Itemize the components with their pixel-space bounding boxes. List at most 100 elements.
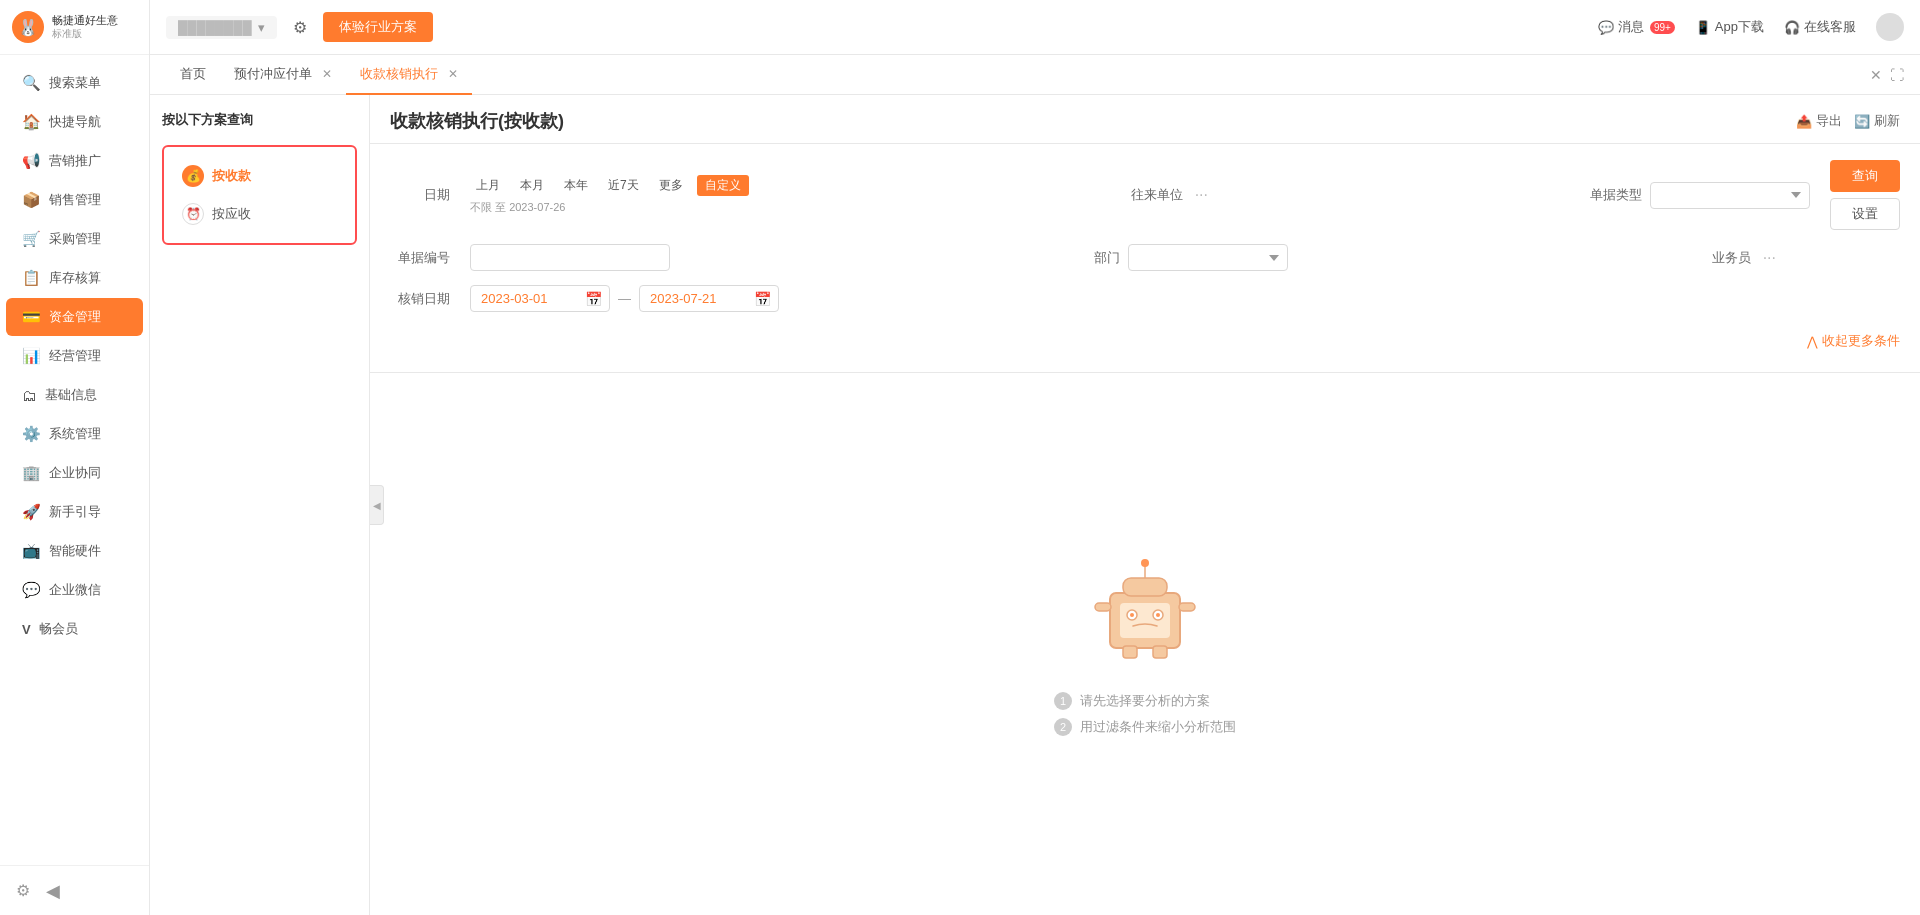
- filter-row-2: 单据编号 部门 业务员 ···: [390, 244, 1900, 271]
- operation-icon: 📊: [22, 347, 41, 365]
- svg-rect-10: [1179, 603, 1195, 611]
- guide-icon: 🚀: [22, 503, 41, 521]
- date-custom-badge[interactable]: 自定义: [697, 175, 749, 196]
- gear-icon[interactable]: ⚙: [293, 18, 307, 37]
- collapse-sidebar-icon[interactable]: ◀: [46, 880, 60, 902]
- logo-area: 🐰 畅捷通好生意 标准版: [0, 0, 149, 55]
- page-header: 收款核销执行(按收款) 📤 导出 🔄 刷新: [370, 95, 1920, 144]
- industry-solution-button[interactable]: 体验行业方案: [323, 12, 433, 42]
- brand-text: ████████: [178, 20, 252, 35]
- step2-num: 2: [1054, 718, 1072, 736]
- bill-type-select[interactable]: [1650, 182, 1810, 209]
- message-badge: 99+: [1650, 21, 1675, 34]
- tabs-bar: 首页 预付冲应付单 ✕ 收款核销执行 ✕ ✕ ⛶: [150, 55, 1920, 95]
- receivable-icon: ⏰: [182, 203, 204, 225]
- tab-prepay-close[interactable]: ✕: [322, 67, 332, 81]
- app-name: 畅捷通好生意: [52, 13, 118, 27]
- panel-title: 按以下方案查询: [162, 107, 357, 133]
- svg-point-4: [1130, 613, 1134, 617]
- sidebar-item-sales[interactable]: 📦 销售管理: [6, 181, 143, 219]
- tab-writeoff[interactable]: 收款核销执行 ✕: [346, 55, 472, 95]
- date-tab-7days[interactable]: 近7天: [602, 175, 645, 196]
- refresh-button[interactable]: 🔄 刷新: [1854, 112, 1900, 130]
- app-sub: 标准版: [52, 27, 118, 41]
- writeoff-date-range: 📅 — 📅: [470, 285, 779, 312]
- logo-icon: 🐰: [12, 11, 44, 43]
- counterpart-dots: ···: [1195, 186, 1208, 204]
- date-tab-this-month[interactable]: 本月: [514, 175, 550, 196]
- hardware-icon: 📺: [22, 542, 41, 560]
- empty-step-1: 1 请先选择要分析的方案: [1054, 688, 1236, 714]
- export-button[interactable]: 📤 导出: [1796, 112, 1842, 130]
- date-quick-tabs: 上月 本月 本年 近7天 更多 自定义: [470, 175, 749, 196]
- sidebar-item-marketing[interactable]: 📢 营销推广: [6, 142, 143, 180]
- page-title: 收款核销执行(按收款): [390, 109, 564, 133]
- sidebar-item-operation[interactable]: 📊 经营管理: [6, 337, 143, 375]
- message-button[interactable]: 💬 消息 99+: [1598, 18, 1675, 36]
- sidebar-item-hardware[interactable]: 📺 智能硬件: [6, 532, 143, 570]
- sidebar-item-basic-info[interactable]: 🗂 基础信息: [6, 376, 143, 414]
- sidebar-item-quicknav[interactable]: 🏠 快捷导航: [6, 103, 143, 141]
- app-download-button[interactable]: 📱 App下载: [1695, 18, 1764, 36]
- collapse-panel-button[interactable]: ◀: [370, 485, 384, 525]
- staff-label: 业务员: [1712, 249, 1751, 267]
- app-icon: 📱: [1695, 20, 1711, 35]
- bill-no-input[interactable]: [470, 244, 670, 271]
- topbar-right: 💬 消息 99+ 📱 App下载 🎧 在线客服: [1598, 13, 1904, 41]
- collapse-more-button[interactable]: ⋀ 收起更多条件: [390, 326, 1900, 356]
- bill-no-label: 单据编号: [390, 249, 450, 267]
- sidebar-item-system[interactable]: ⚙️ 系统管理: [6, 415, 143, 453]
- tabs-right-controls: ✕ ⛶: [1870, 67, 1904, 83]
- topbar: ████████ ▾ ⚙ 体验行业方案 💬 消息 99+ 📱 App下载 🎧 在…: [150, 0, 1920, 55]
- staff-dots: ···: [1763, 249, 1776, 267]
- settings-button[interactable]: 设置: [1830, 198, 1900, 230]
- basicinfo-icon: 🗂: [22, 387, 37, 404]
- sidebar-item-purchase[interactable]: 🛒 采购管理: [6, 220, 143, 258]
- refresh-icon: 🔄: [1854, 114, 1870, 129]
- panel-highlighted-items: 💰 按收款 ⏰ 按应收: [162, 145, 357, 245]
- settings-bottom-icon[interactable]: ⚙: [16, 881, 30, 900]
- tab-writeoff-close[interactable]: ✕: [448, 67, 458, 81]
- empty-illustration: [1085, 548, 1205, 668]
- sidebar-item-wxwork[interactable]: 💬 企业微信: [6, 571, 143, 609]
- empty-state: 1 请先选择要分析的方案 2 用过滤条件来缩小分析范围: [370, 373, 1920, 915]
- counterpart-filter-group: 往来单位 ···: [1131, 186, 1208, 204]
- sidebar-item-member[interactable]: V 畅会员: [6, 610, 143, 648]
- sidebar: 🐰 畅捷通好生意 标准版 🔍 搜索菜单 🏠 快捷导航 📢 营销推广 📦 销售管理…: [0, 0, 150, 915]
- panel-item-by-receipt[interactable]: 💰 按收款: [172, 157, 347, 195]
- sidebar-item-search[interactable]: 🔍 搜索菜单: [6, 64, 143, 102]
- date-tab-last-month[interactable]: 上月: [470, 175, 506, 196]
- writeoff-date-label: 核销日期: [390, 290, 450, 308]
- dept-select[interactable]: [1128, 244, 1288, 271]
- message-icon: 💬: [1598, 20, 1614, 35]
- date-tab-more[interactable]: 更多: [653, 175, 689, 196]
- tab-prepay[interactable]: 预付冲应付单 ✕: [220, 55, 346, 95]
- tab-home[interactable]: 首页: [166, 55, 220, 95]
- user-avatar[interactable]: [1876, 13, 1904, 41]
- sidebar-item-enterprise[interactable]: 🏢 企业协同: [6, 454, 143, 492]
- date-tab-this-year[interactable]: 本年: [558, 175, 594, 196]
- search-icon: 🔍: [22, 74, 41, 92]
- sidebar-item-finance[interactable]: 💳 资金管理: [6, 298, 143, 336]
- left-panel-wrapper: 按以下方案查询 💰 按收款 ⏰ 按应收 ◀: [150, 95, 370, 915]
- brand-name-display: ████████ ▾: [166, 16, 277, 39]
- counterpart-label: 往来单位: [1131, 186, 1183, 204]
- sidebar-bottom: ⚙ ◀: [0, 865, 149, 915]
- online-service-button[interactable]: 🎧 在线客服: [1784, 18, 1856, 36]
- filter-row-1: 日期 上月 本月 本年 近7天 更多 自定义 不限 至: [390, 160, 1900, 230]
- dropdown-icon[interactable]: ▾: [258, 20, 265, 35]
- date-separator: —: [618, 291, 631, 306]
- service-icon: 🎧: [1784, 20, 1800, 35]
- purchase-icon: 🛒: [22, 230, 41, 248]
- close-tab-icon[interactable]: ✕: [1870, 67, 1882, 83]
- topbar-brand: ████████ ▾ ⚙ 体验行业方案: [166, 12, 1598, 42]
- inventory-icon: 📋: [22, 269, 41, 287]
- wxwork-icon: 💬: [22, 581, 41, 599]
- action-buttons: 查询 设置: [1830, 160, 1900, 230]
- query-button[interactable]: 查询: [1830, 160, 1900, 192]
- maximize-icon[interactable]: ⛶: [1890, 67, 1904, 83]
- panel-item-by-receivable[interactable]: ⏰ 按应收: [172, 195, 347, 233]
- finance-icon: 💳: [22, 308, 41, 326]
- sidebar-item-guide[interactable]: 🚀 新手引导: [6, 493, 143, 531]
- sidebar-item-inventory[interactable]: 📋 库存核算: [6, 259, 143, 297]
